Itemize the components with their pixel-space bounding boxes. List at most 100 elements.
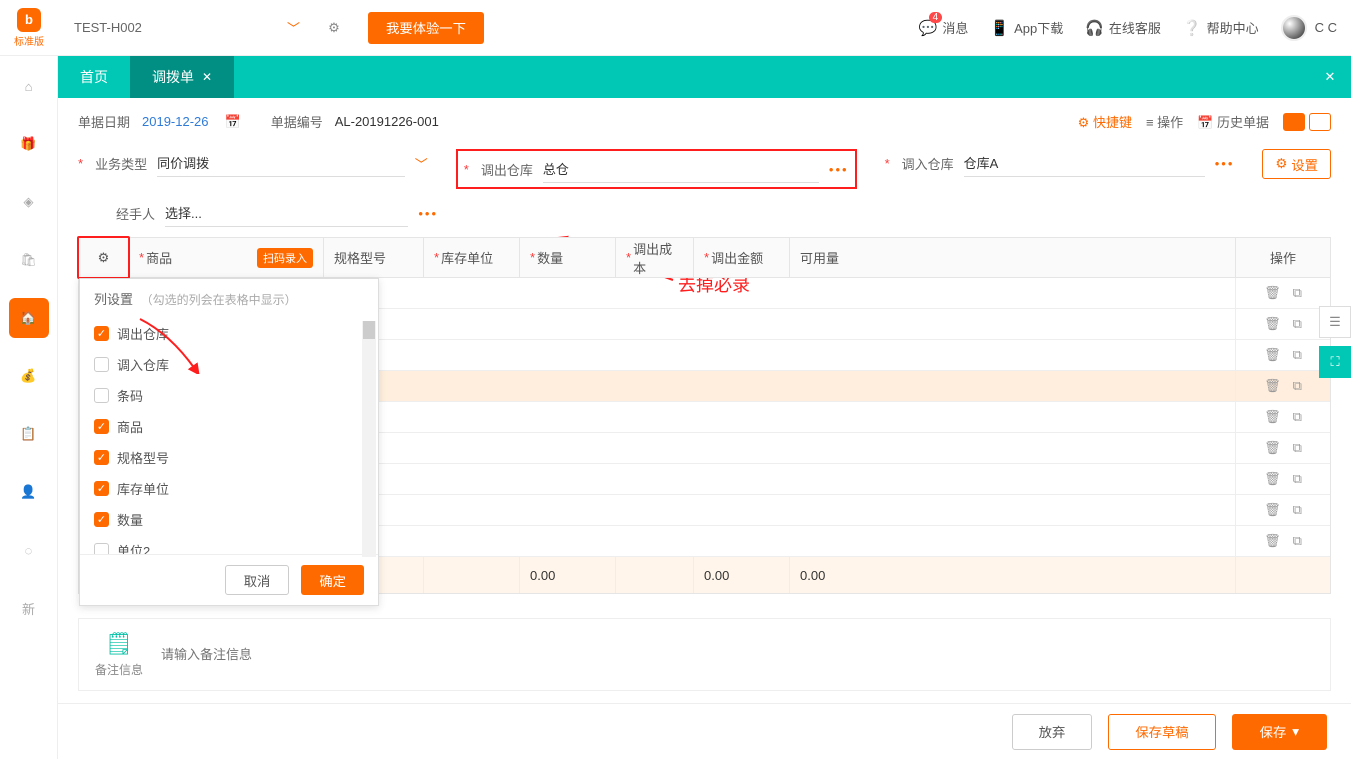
history-link[interactable]: 📅 历史单据 — [1197, 112, 1269, 131]
col-op: 操作 — [1236, 238, 1330, 277]
copy-icon[interactable]: ⧉ — [1293, 502, 1302, 518]
column-checkbox-item[interactable]: ✓规格型号 — [94, 442, 364, 473]
gear-icon: ⚙ — [328, 20, 340, 36]
note-icon: 🗒 — [105, 631, 133, 657]
headset-icon: 🎧 — [1085, 19, 1104, 37]
annotation-arrow-2 — [135, 314, 205, 374]
logo[interactable]: b 标准版 — [14, 8, 44, 48]
layout-grid-icon[interactable] — [1309, 113, 1331, 131]
shortcut-link[interactable]: ⚙ 快捷键 — [1078, 112, 1132, 131]
more-icon[interactable]: ••• — [418, 206, 438, 221]
field-in-warehouse[interactable]: * 调入仓库 仓库A ••• — [885, 149, 1235, 177]
col-avail: 可用量 — [790, 238, 1236, 277]
table-header: ⚙ *商品 扫码录入 规格型号 *库存单位 *数量 *调出成本 *调出金额 可用… — [79, 238, 1330, 278]
checkbox-icon: ✓ — [94, 326, 109, 341]
org-name: TEST-H002 — [74, 20, 142, 35]
delete-icon[interactable]: 🗑 — [1264, 347, 1281, 363]
field-handler[interactable]: 经手人 选择... ••• — [78, 199, 438, 227]
org-selector[interactable]: TEST-H002 ﹀ — [64, 12, 310, 44]
sidebar-bag-icon[interactable]: 🛍 — [9, 240, 49, 280]
sidebar-contact-icon[interactable]: 👤 — [9, 472, 49, 512]
delete-icon[interactable]: 🗑 — [1264, 502, 1281, 518]
column-settings-popover: 列设置 （勾选的列会在表格中显示） ✓调出仓库调入仓库条码✓商品✓规格型号✓库存… — [79, 278, 379, 606]
copy-icon[interactable]: ⧉ — [1293, 471, 1302, 487]
layout-toggle[interactable] — [1283, 113, 1331, 131]
column-checkbox-item[interactable]: ✓商品 — [94, 411, 364, 442]
sidebar-cycle-icon[interactable]: ◌ — [9, 530, 49, 570]
column-settings-button[interactable]: ⚙ — [79, 238, 129, 277]
copy-icon[interactable]: ⧉ — [1293, 440, 1302, 456]
date-value[interactable]: 2019-12-26 — [142, 114, 209, 129]
column-checkbox-item[interactable]: ✓数量 — [94, 504, 364, 535]
checkbox-icon: ✓ — [94, 481, 109, 496]
right-float-toolbar: ☰ ⛶ — [1319, 306, 1351, 378]
delete-icon[interactable]: 🗑 — [1264, 533, 1281, 549]
trial-button[interactable]: 我要体验一下 — [368, 12, 484, 44]
delete-icon[interactable]: 🗑 — [1264, 316, 1281, 332]
popover-title: 列设置 （勾选的列会在表格中显示） — [80, 279, 378, 318]
chevron-down-icon: ﹀ — [415, 154, 428, 173]
messages-link[interactable]: 💬 消息 4 — [919, 18, 969, 37]
avatar[interactable] — [1281, 15, 1307, 41]
tab-transfer[interactable]: 调拨单 ✕ — [130, 56, 234, 98]
col-product: *商品 扫码录入 — [129, 238, 324, 277]
column-checkbox-item[interactable]: 条码 — [94, 380, 364, 411]
logo-label: 标准版 — [14, 33, 44, 48]
sidebar: ⌂ 🎁 ◈ 🛍 🏠 💰 📋 👤 ◌ 新 — [0, 56, 58, 759]
sidebar-diamond-icon[interactable]: ◈ — [9, 182, 49, 222]
scan-badge[interactable]: 扫码录入 — [257, 248, 313, 268]
sidebar-home-icon[interactable]: ⌂ — [9, 66, 49, 106]
delete-icon[interactable]: 🗑 — [1264, 285, 1281, 301]
cancel-button[interactable]: 取消 — [225, 565, 290, 595]
docno-label: 单据编号 — [271, 112, 323, 131]
data-table: ⚙ *商品 扫码录入 规格型号 *库存单位 *数量 *调出成本 *调出金额 可用… — [78, 237, 1331, 594]
close-all-tabs[interactable]: ✕ — [1309, 56, 1351, 98]
online-service-link[interactable]: 🎧 在线客服 — [1085, 18, 1161, 37]
gear-icon: ⚙ — [98, 250, 110, 266]
scrollbar[interactable] — [362, 321, 376, 557]
app-download-link[interactable]: 📱 App下载 — [990, 18, 1063, 37]
delete-icon[interactable]: 🗑 — [1264, 378, 1281, 394]
close-icon[interactable]: ✕ — [202, 70, 212, 84]
discard-button[interactable]: 放弃 — [1012, 714, 1093, 750]
phone-icon: 📱 — [990, 19, 1009, 37]
settings-button[interactable]: ⚙ 设置 — [1262, 149, 1331, 179]
operate-link[interactable]: ≡ 操作 — [1146, 112, 1183, 131]
delete-icon[interactable]: 🗑 — [1264, 471, 1281, 487]
date-label: 单据日期 — [78, 112, 130, 131]
more-icon[interactable]: ••• — [1215, 156, 1235, 171]
confirm-button[interactable]: 确定 — [301, 565, 364, 595]
sidebar-new-icon[interactable]: 新 — [9, 588, 49, 628]
float-list-icon[interactable]: ☰ — [1319, 306, 1351, 338]
copy-icon[interactable]: ⧉ — [1293, 316, 1302, 332]
col-qty: *数量 — [520, 238, 616, 277]
footer-actions: 放弃 保存草稿 保存 ▾ — [58, 703, 1351, 759]
sidebar-warehouse-icon[interactable]: 🏠 — [9, 298, 49, 338]
save-button[interactable]: 保存 ▾ — [1232, 714, 1327, 750]
copy-icon[interactable]: ⧉ — [1293, 378, 1302, 394]
field-business-type[interactable]: * 业务类型 同价调拨 ﹀ — [78, 149, 428, 177]
calendar-icon[interactable]: 📅 — [225, 114, 241, 130]
field-out-warehouse[interactable]: * 调出仓库 总仓 ••• — [456, 149, 857, 189]
more-icon[interactable]: ••• — [829, 162, 849, 177]
remarks-section: 🗒 备注信息 — [78, 618, 1331, 691]
copy-icon[interactable]: ⧉ — [1293, 285, 1302, 301]
delete-icon[interactable]: 🗑 — [1264, 409, 1281, 425]
sidebar-gift-icon[interactable]: 🎁 — [9, 124, 49, 164]
column-checkbox-item[interactable]: ✓库存单位 — [94, 473, 364, 504]
layout-list-icon[interactable] — [1283, 113, 1305, 131]
user-name: C C — [1315, 20, 1337, 35]
help-center-link[interactable]: ❔ 帮助中心 — [1183, 18, 1259, 37]
settings-gear-button[interactable]: ⚙ — [318, 12, 350, 44]
save-draft-button[interactable]: 保存草稿 — [1108, 714, 1215, 750]
copy-icon[interactable]: ⧉ — [1293, 533, 1302, 549]
float-expand-icon[interactable]: ⛶ — [1319, 346, 1351, 378]
copy-icon[interactable]: ⧉ — [1293, 347, 1302, 363]
sidebar-clipboard-icon[interactable]: 📋 — [9, 414, 49, 454]
column-checkbox-item[interactable]: 单位2 — [94, 535, 364, 554]
copy-icon[interactable]: ⧉ — [1293, 409, 1302, 425]
remarks-input[interactable] — [161, 647, 1314, 662]
delete-icon[interactable]: 🗑 — [1264, 440, 1281, 456]
tab-home[interactable]: 首页 — [58, 56, 130, 98]
sidebar-money-icon[interactable]: 💰 — [9, 356, 49, 396]
